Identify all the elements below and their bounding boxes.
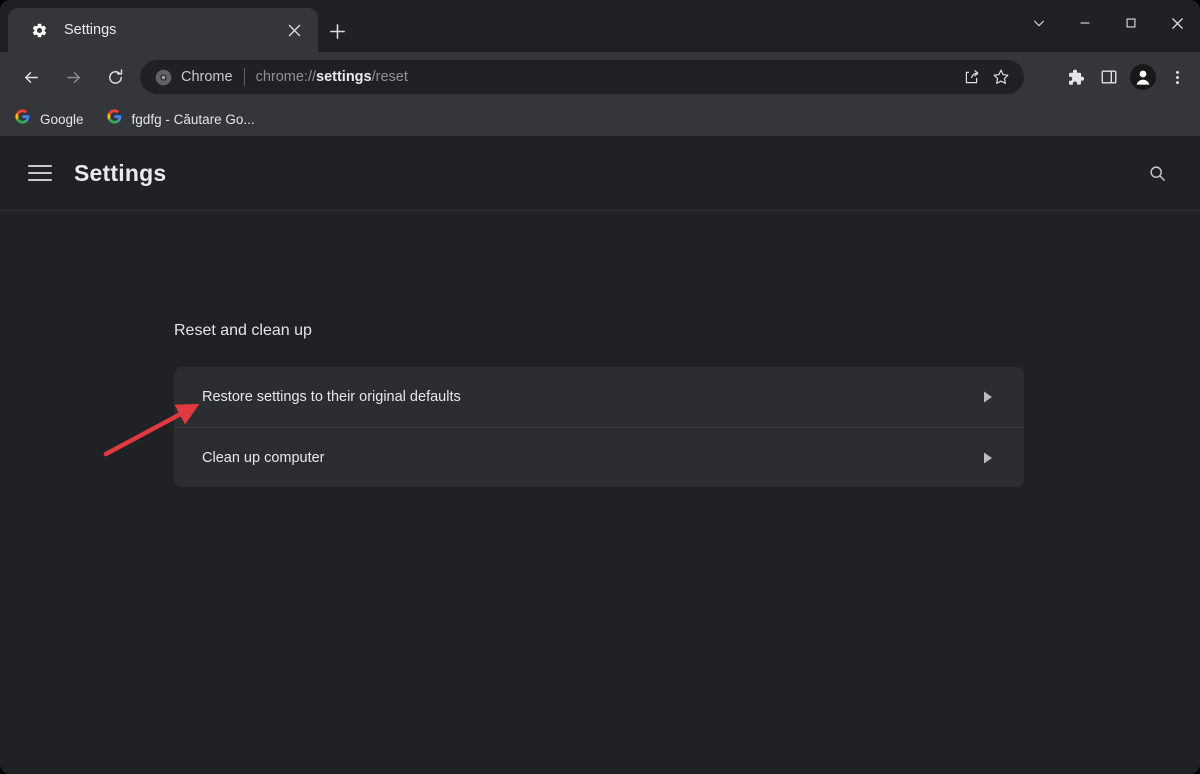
star-icon[interactable] bbox=[986, 62, 1016, 92]
address-bar[interactable]: Chrome chrome://settings/reset bbox=[140, 60, 1024, 94]
omnibox-actions bbox=[956, 62, 1016, 92]
puzzle-icon[interactable] bbox=[1058, 60, 1092, 94]
minimize-button[interactable] bbox=[1062, 0, 1108, 46]
search-icon[interactable] bbox=[1142, 158, 1172, 188]
avatar-icon[interactable] bbox=[1126, 60, 1160, 94]
browser-window: Settings bbox=[0, 0, 1200, 774]
toolbar-right-icons bbox=[1058, 60, 1194, 94]
close-window-button[interactable] bbox=[1154, 0, 1200, 46]
url-path: /reset bbox=[372, 69, 408, 85]
close-icon[interactable] bbox=[280, 16, 308, 44]
row-clean-up-computer[interactable]: Clean up computer bbox=[174, 427, 1024, 487]
tab-search-button[interactable] bbox=[1016, 0, 1062, 46]
three-dot-menu-icon[interactable] bbox=[1160, 60, 1194, 94]
bookmarks-bar: Google fgdfg - Căutare Go... bbox=[0, 102, 1200, 136]
settings-header: Settings bbox=[0, 136, 1200, 211]
new-tab-button[interactable] bbox=[324, 18, 350, 44]
forward-arrow-icon[interactable] bbox=[56, 60, 90, 94]
browser-tab-settings[interactable]: Settings bbox=[8, 8, 318, 52]
omnibox-chrome-label: Chrome bbox=[181, 69, 233, 85]
bookmark-label: fgdfg - Căutare Go... bbox=[132, 112, 255, 127]
red-arrow-annotation bbox=[0, 211, 1200, 774]
gear-icon bbox=[30, 21, 48, 39]
omnibox-url: chrome://settings/reset bbox=[256, 69, 408, 85]
maximize-button[interactable] bbox=[1108, 0, 1154, 46]
hamburger-icon[interactable] bbox=[28, 159, 56, 187]
url-prefix: chrome:// bbox=[256, 69, 316, 85]
tab-strip: Settings bbox=[0, 0, 1200, 52]
bookmark-label: Google bbox=[40, 112, 84, 127]
chrome-logo-icon bbox=[154, 68, 172, 86]
back-arrow-icon[interactable] bbox=[14, 60, 48, 94]
url-host: settings bbox=[316, 69, 372, 85]
tab-title: Settings bbox=[64, 22, 280, 38]
settings-page: Settings Reset and clean up Restore sett… bbox=[0, 136, 1200, 774]
google-g-icon bbox=[106, 108, 123, 130]
window-controls bbox=[1016, 0, 1200, 46]
omnibox-separator bbox=[244, 68, 245, 86]
side-panel-icon[interactable] bbox=[1092, 60, 1126, 94]
reset-options-card: Restore settings to their original defau… bbox=[174, 367, 1024, 487]
share-icon[interactable] bbox=[956, 62, 986, 92]
browser-toolbar: Chrome chrome://settings/reset bbox=[0, 52, 1200, 102]
row-restore-defaults[interactable]: Restore settings to their original defau… bbox=[174, 367, 1024, 427]
reload-icon[interactable] bbox=[98, 60, 132, 94]
bookmark-item-google[interactable]: Google bbox=[6, 106, 92, 132]
section-title: Reset and clean up bbox=[174, 322, 312, 340]
google-g-icon bbox=[14, 108, 31, 130]
page-title: Settings bbox=[74, 160, 166, 187]
row-label: Clean up computer bbox=[202, 450, 325, 466]
bookmark-item-fgdfg[interactable]: fgdfg - Căutare Go... bbox=[98, 106, 263, 132]
chevron-right-icon bbox=[982, 451, 994, 465]
row-label: Restore settings to their original defau… bbox=[202, 389, 461, 405]
chevron-right-icon bbox=[982, 390, 994, 404]
